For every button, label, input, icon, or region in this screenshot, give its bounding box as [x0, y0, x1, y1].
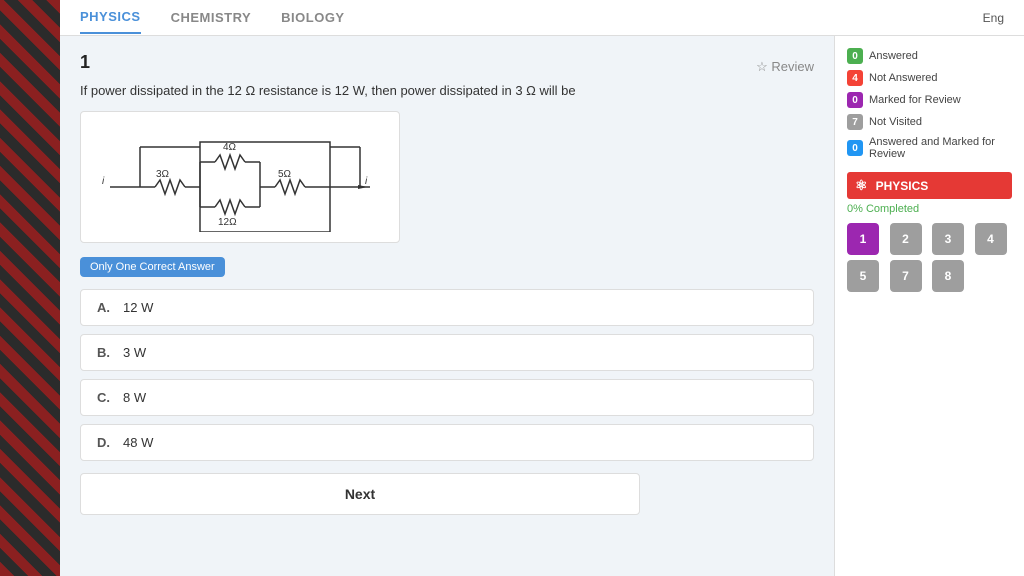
main-content: PHYSICS CHEMISTRY BIOLOGY Eng 1 ☆ Review… — [60, 0, 1024, 576]
q-num-7[interactable]: 7 — [890, 260, 922, 292]
svg-text:12Ω: 12Ω — [218, 217, 237, 228]
svg-text:3Ω: 3Ω — [156, 169, 170, 180]
answer-type-label: Only One Correct Answer — [80, 257, 225, 277]
answered-label: Answered — [869, 50, 918, 62]
legend-not-visited: 7 Not Visited — [847, 114, 1012, 130]
decorative-panel — [0, 0, 60, 576]
option-a-label: A. — [97, 300, 113, 315]
nav-tab-physics[interactable]: PHYSICS — [80, 1, 141, 34]
option-d-value: 48 W — [123, 435, 153, 450]
answered-icon: 0 — [847, 48, 863, 64]
question-grid: 1 2 3 4 5 7 8 — [847, 223, 1012, 292]
nav-tab-chemistry[interactable]: CHEMISTRY — [171, 2, 252, 33]
option-b-value: 3 W — [123, 345, 146, 360]
legend-answered-marked: 0 Answered and Marked for Review — [847, 136, 1012, 160]
nav-tab-biology[interactable]: BIOLOGY — [281, 2, 344, 33]
question-area: 1 ☆ Review If power dissipated in the 12… — [60, 36, 834, 576]
not-visited-icon: 7 — [847, 114, 863, 130]
option-d-label: D. — [97, 435, 113, 450]
q-num-5[interactable]: 5 — [847, 260, 879, 292]
q-num-3[interactable]: 3 — [932, 223, 964, 255]
not-answered-label: Not Answered — [869, 72, 937, 84]
circuit-diagram: 3Ω 4Ω 12Ω — [80, 111, 400, 243]
options-list: A. 12 W B. 3 W C. 8 W D. 48 W — [80, 289, 814, 461]
subject-name: PHYSICS — [876, 179, 929, 193]
svg-text:5Ω: 5Ω — [278, 169, 292, 180]
q-num-2[interactable]: 2 — [890, 223, 922, 255]
svg-text:4Ω: 4Ω — [223, 142, 237, 153]
option-a[interactable]: A. 12 W — [80, 289, 814, 326]
answered-marked-icon: 0 — [847, 140, 863, 156]
marked-label: Marked for Review — [869, 94, 961, 106]
legend-answered: 0 Answered — [847, 48, 1012, 64]
option-c-label: C. — [97, 390, 113, 405]
option-d[interactable]: D. 48 W — [80, 424, 814, 461]
legend-marked: 0 Marked for Review — [847, 92, 1012, 108]
next-button[interactable]: Next — [80, 473, 640, 515]
not-visited-label: Not Visited — [869, 116, 922, 128]
svg-text:i: i — [102, 176, 105, 187]
progress-text: 0% Completed — [847, 203, 1012, 215]
answered-marked-label: Answered and Marked for Review — [869, 136, 1012, 160]
subject-icon: ⚛ — [855, 177, 868, 194]
question-number: 1 — [80, 52, 814, 73]
option-a-value: 12 W — [123, 300, 153, 315]
svg-text:i: i — [365, 176, 368, 187]
option-c[interactable]: C. 8 W — [80, 379, 814, 416]
q-num-1[interactable]: 1 — [847, 223, 879, 255]
legend-not-answered: 4 Not Answered — [847, 70, 1012, 86]
question-text: If power dissipated in the 12 Ω resistan… — [80, 81, 814, 101]
review-button[interactable]: ☆ Review — [756, 59, 814, 75]
q-num-4[interactable]: 4 — [975, 223, 1007, 255]
language-selector[interactable]: Eng — [983, 11, 1004, 25]
option-b[interactable]: B. 3 W — [80, 334, 814, 371]
option-c-value: 8 W — [123, 390, 146, 405]
not-answered-icon: 4 — [847, 70, 863, 86]
option-b-label: B. — [97, 345, 113, 360]
subject-header: ⚛ PHYSICS — [847, 172, 1012, 199]
q-num-8[interactable]: 8 — [932, 260, 964, 292]
top-nav: PHYSICS CHEMISTRY BIOLOGY Eng — [60, 0, 1024, 36]
content-row: 1 ☆ Review If power dissipated in the 12… — [60, 36, 1024, 576]
right-sidebar: 0 Answered 4 Not Answered 0 Marked for R… — [834, 36, 1024, 576]
marked-icon: 0 — [847, 92, 863, 108]
